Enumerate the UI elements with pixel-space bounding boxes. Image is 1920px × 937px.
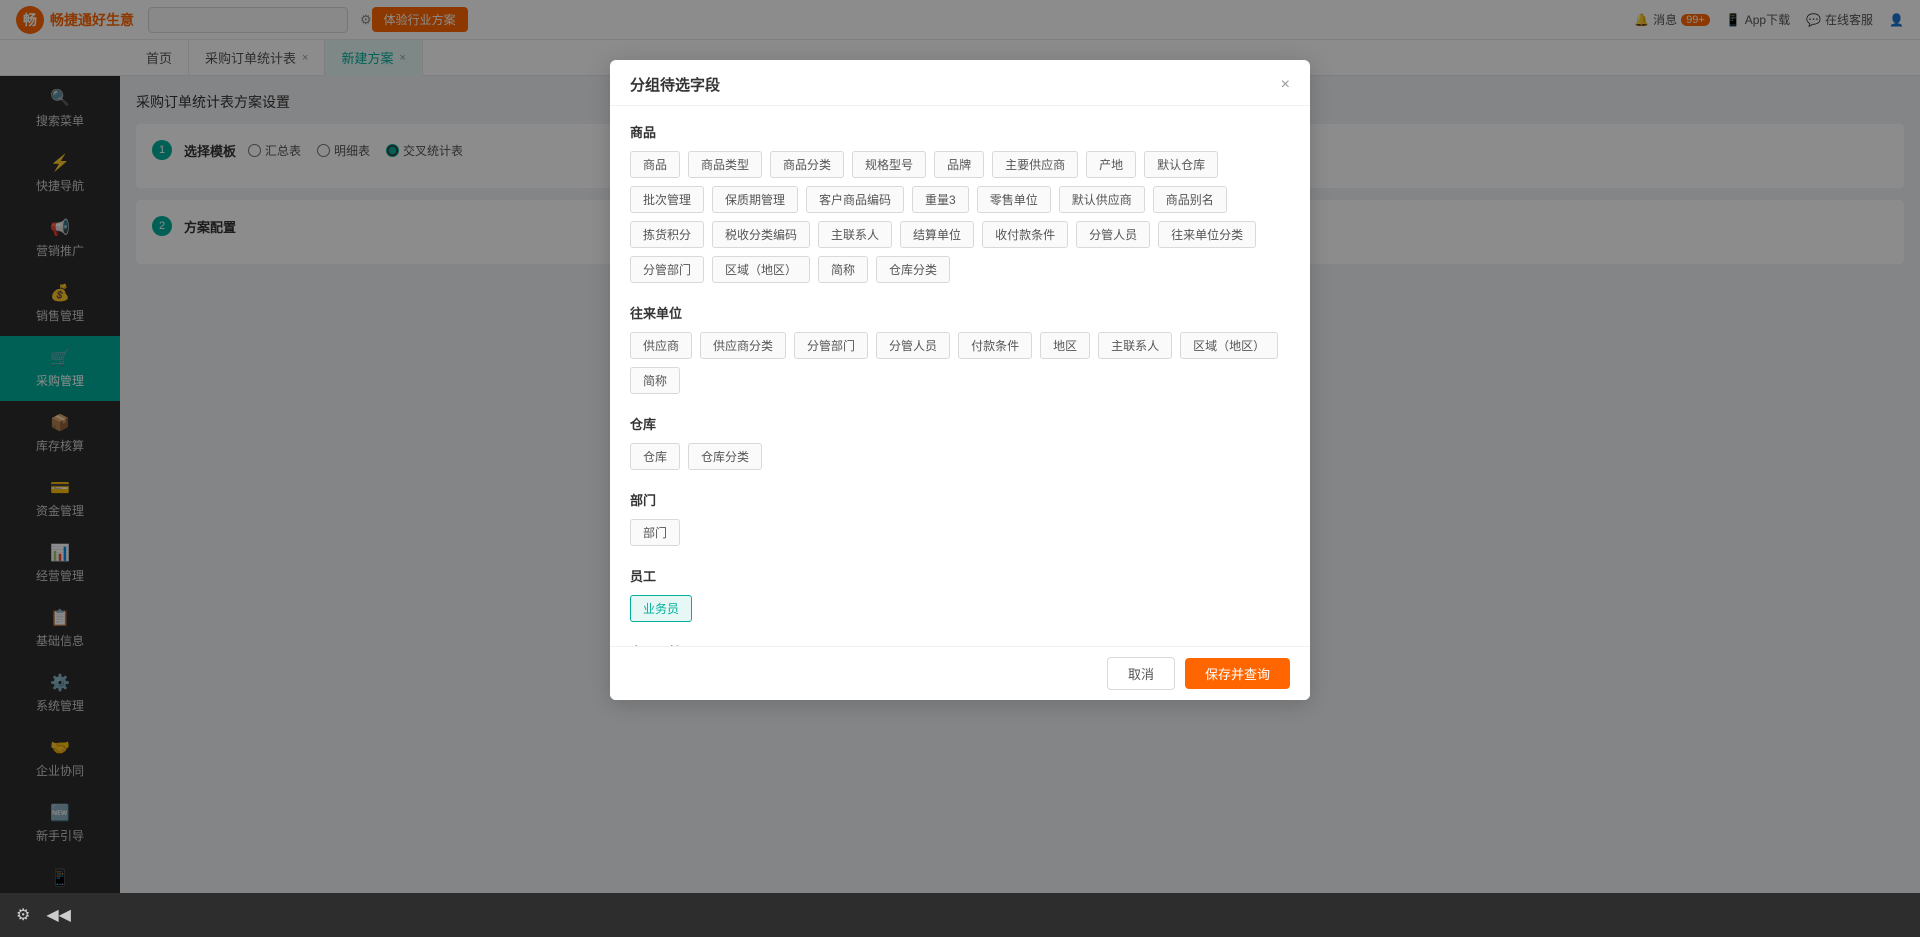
field-tag[interactable]: 商品别名 [1153,186,1227,213]
field-tag[interactable]: 往来单位分类 [1158,221,1256,248]
modal-header: 分组待选字段 × [610,60,1310,106]
modal-footer: 取消 保存并查询 [610,646,1310,700]
field-section-goods: 商品商品商品类型商品分类规格型号品牌主要供应商产地默认仓库批次管理保质期管理客户… [630,122,1290,283]
field-tag[interactable]: 分管部门 [630,256,704,283]
field-tag[interactable]: 商品分类 [770,151,844,178]
bottom-bar: ⚙ ◀◀ [0,893,1920,937]
field-tag[interactable]: 供应商分类 [700,332,786,359]
field-tag[interactable]: 简称 [630,367,680,394]
field-tag[interactable]: 默认仓库 [1144,151,1218,178]
field-tag[interactable]: 地区 [1040,332,1090,359]
modal-body: 商品商品商品类型商品分类规格型号品牌主要供应商产地默认仓库批次管理保质期管理客户… [610,106,1310,646]
field-tag[interactable]: 品牌 [934,151,984,178]
field-tag[interactable]: 主联系人 [818,221,892,248]
field-tag[interactable]: 付款条件 [958,332,1032,359]
field-tag[interactable]: 零售单位 [977,186,1051,213]
field-tag[interactable]: 分管人员 [1076,221,1150,248]
field-tag[interactable]: 默认供应商 [1059,186,1145,213]
field-tag[interactable]: 分管人员 [876,332,950,359]
field-tags-goods: 商品商品类型商品分类规格型号品牌主要供应商产地默认仓库批次管理保质期管理客户商品… [630,151,1290,283]
field-tag[interactable]: 区域（地区） [1180,332,1278,359]
field-tag[interactable]: 主联系人 [1098,332,1172,359]
field-tag[interactable]: 客户商品编码 [806,186,904,213]
field-tag[interactable]: 仓库 [630,443,680,470]
field-tag[interactable]: 区域（地区） [712,256,810,283]
section-title-partner: 往来单位 [630,303,1290,322]
field-tag[interactable]: 保质期管理 [712,186,798,213]
field-tags-warehouse: 仓库仓库分类 [630,443,1290,470]
section-title-goods: 商品 [630,122,1290,141]
field-tag[interactable]: 主要供应商 [992,151,1078,178]
modal-backdrop: 分组待选字段 × 商品商品商品类型商品分类规格型号品牌主要供应商产地默认仓库批次… [0,0,1920,937]
field-tag[interactable]: 重量3 [912,186,969,213]
field-tag[interactable]: 规格型号 [852,151,926,178]
modal-close-btn[interactable]: × [1281,76,1290,94]
field-tag[interactable]: 产地 [1086,151,1136,178]
field-select-modal: 分组待选字段 × 商品商品商品类型商品分类规格型号品牌主要供应商产地默认仓库批次… [610,60,1310,700]
cancel-button[interactable]: 取消 [1107,657,1175,690]
field-tag[interactable]: 业务员 [630,595,692,622]
save-query-button[interactable]: 保存并查询 [1185,658,1290,689]
field-tag[interactable]: 部门 [630,519,680,546]
bottom-settings-icon[interactable]: ⚙ [16,905,30,925]
field-tag[interactable]: 简称 [818,256,868,283]
field-tags-dept: 部门 [630,519,1290,546]
field-tags-staff: 业务员 [630,595,1290,622]
field-section-warehouse: 仓库仓库仓库分类 [630,414,1290,470]
field-tag[interactable]: 仓库分类 [876,256,950,283]
field-tag[interactable]: 批次管理 [630,186,704,213]
field-tag[interactable]: 收付款条件 [982,221,1068,248]
field-tags-partner: 供应商供应商分类分管部门分管人员付款条件地区主联系人区域（地区） 简称 [630,332,1290,394]
field-tag[interactable]: 拣货积分 [630,221,704,248]
field-section-partner: 往来单位供应商供应商分类分管部门分管人员付款条件地区主联系人区域（地区） 简称 [630,303,1290,394]
bottom-audio-icon[interactable]: ◀◀ [46,905,71,925]
field-tag[interactable]: 商品类型 [688,151,762,178]
field-tag[interactable]: 仓库分类 [688,443,762,470]
section-title-warehouse: 仓库 [630,414,1290,433]
field-tag[interactable]: 税收分类编码 [712,221,810,248]
field-tag[interactable]: 商品 [630,151,680,178]
field-tag[interactable]: 分管部门 [794,332,868,359]
field-tag[interactable]: 供应商 [630,332,692,359]
field-tag[interactable]: 结算单位 [900,221,974,248]
section-title-staff: 员工 [630,566,1290,585]
section-title-dept: 部门 [630,490,1290,509]
field-section-staff: 员工业务员 [630,566,1290,622]
field-section-dept: 部门部门 [630,490,1290,546]
modal-title: 分组待选字段 [630,74,720,95]
